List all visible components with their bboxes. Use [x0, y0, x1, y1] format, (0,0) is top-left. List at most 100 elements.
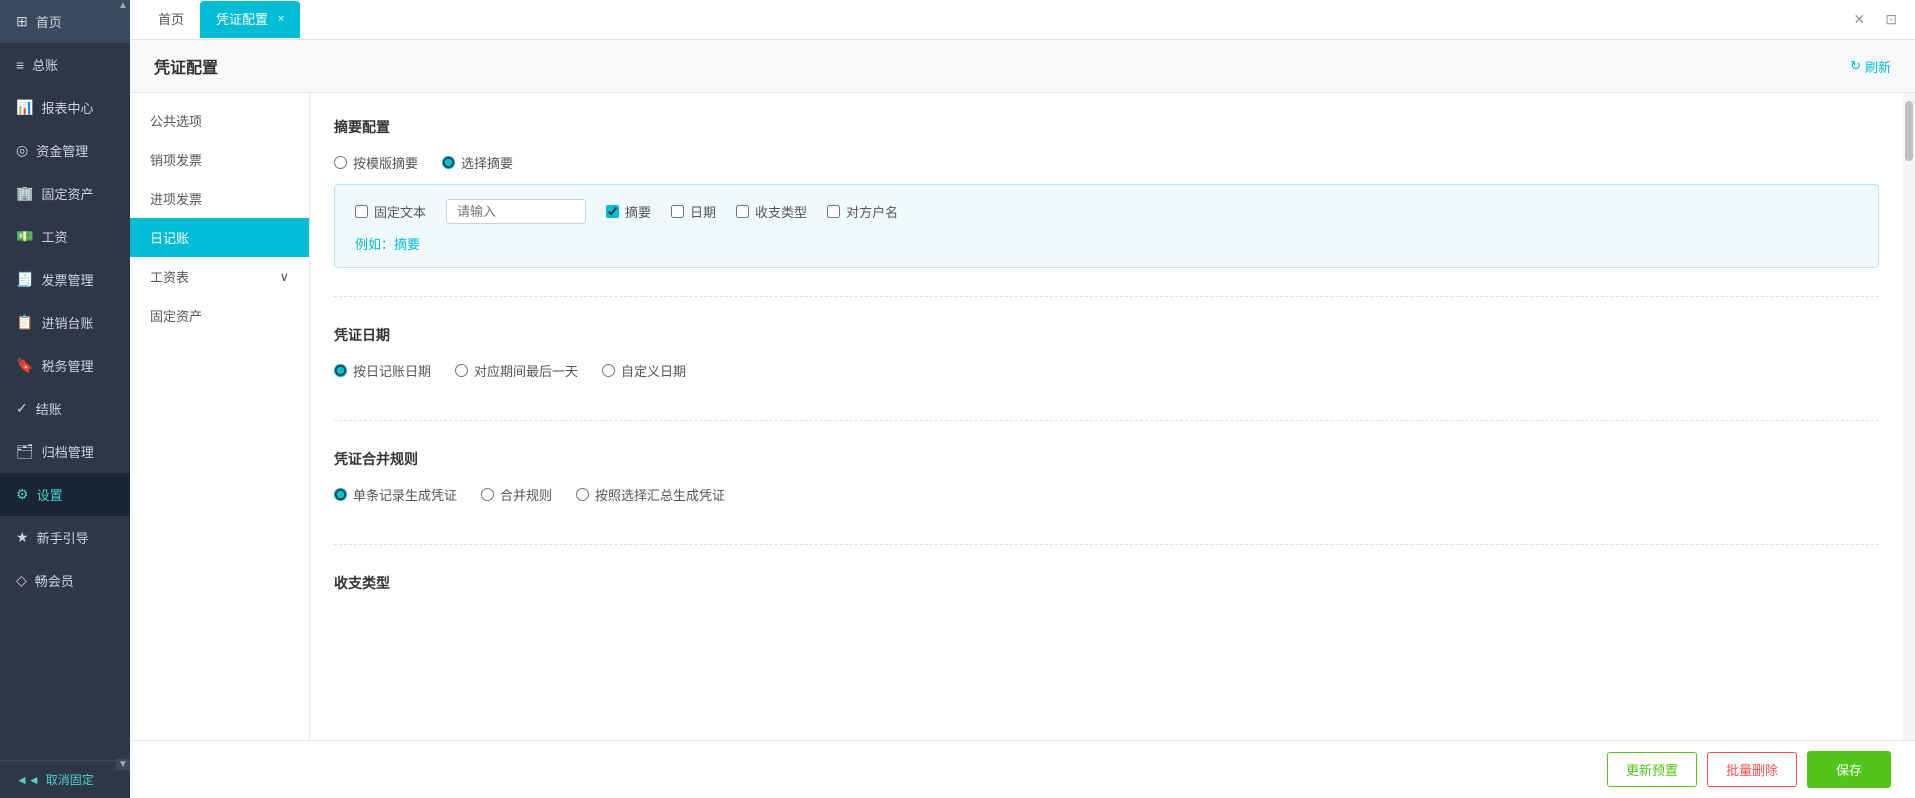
- scrollbar-track[interactable]: [1903, 93, 1915, 740]
- reports-icon: 📊: [16, 99, 33, 116]
- purchase-sales-icon: 📋: [16, 314, 33, 331]
- date-radio-group: 按日记账日期 对应期间最后一天 自定义日期: [334, 361, 1879, 380]
- section-summary: 摘要配置 按模版摘要 选择摘要: [334, 117, 1879, 297]
- summary-example-text: 例如：摘要: [355, 237, 420, 252]
- left-nav-label: 工资表: [150, 267, 189, 286]
- sidebar-cancel-fixed[interactable]: ◄◄ 取消固定: [0, 760, 130, 798]
- sidebar-scroll-up[interactable]: ▲: [116, 0, 130, 11]
- merge-radio-group: 单条记录生成凭证 合并规则 按照选择汇总生成凭证: [334, 485, 1879, 504]
- sidebar-label: 发票管理: [41, 270, 93, 289]
- radio-single-record[interactable]: 单条记录生成凭证: [334, 485, 457, 504]
- sidebar-label: 畅会员: [35, 571, 74, 590]
- tab-close-icon[interactable]: ×: [278, 13, 284, 25]
- checkbox-income-type[interactable]: 收支类型: [736, 202, 807, 221]
- tab-voucher-config[interactable]: 凭证配置 ×: [200, 1, 300, 38]
- radio-template-summary[interactable]: 按模版摘要: [334, 153, 418, 172]
- sidebar-label: 固定资产: [41, 184, 93, 203]
- sidebar-item-invoice[interactable]: 🧾 发票管理: [0, 258, 130, 301]
- tab-home-label: 首页: [158, 12, 184, 27]
- checkbox-summary[interactable]: 摘要: [606, 202, 651, 221]
- tab-home[interactable]: 首页: [142, 1, 200, 38]
- radio-merge-rule-label: 合并规则: [500, 485, 552, 504]
- batch-delete-button[interactable]: 批量删除: [1707, 752, 1797, 787]
- sidebar-item-assets[interactable]: 🏢 固定资产: [0, 172, 130, 215]
- checkbox-date[interactable]: 日期: [671, 202, 716, 221]
- summary-options-box: 固定文本 摘要 日期: [334, 184, 1879, 268]
- sidebar-scroll-down[interactable]: ▼: [116, 759, 130, 770]
- sidebar-item-purchase-sales[interactable]: 📋 进销台账: [0, 301, 130, 344]
- sidebar-item-reports[interactable]: 📊 报表中心: [0, 86, 130, 129]
- chevron-down-icon: ∨: [279, 269, 289, 285]
- radio-period-last-day[interactable]: 对应期间最后一天: [455, 361, 578, 380]
- sidebar-item-member[interactable]: ◇ 畅会员: [0, 559, 130, 602]
- checkbox-summary-input[interactable]: [606, 205, 619, 218]
- checkbox-fixed-text[interactable]: 固定文本: [355, 202, 426, 221]
- close-books-icon: ✓: [16, 400, 28, 417]
- settings-icon: ⚙: [16, 486, 29, 503]
- radio-template-summary-input[interactable]: [334, 156, 347, 169]
- checkbox-date-label: 日期: [690, 202, 716, 221]
- tab-active-label: 凭证配置: [216, 9, 268, 28]
- section-income-title: 收支类型: [334, 573, 1879, 593]
- sidebar-item-ledger[interactable]: ≡ 总账: [0, 43, 130, 86]
- body-layout: 公共选项 销项发票 进项发票 日记账 工资表 ∨ 固定资产: [130, 93, 1915, 740]
- radio-custom-date-input[interactable]: [602, 364, 615, 377]
- sidebar-label: 设置: [37, 485, 63, 504]
- checkbox-counterpart-name[interactable]: 对方户名: [827, 202, 898, 221]
- radio-journal-date[interactable]: 按日记账日期: [334, 361, 431, 380]
- radio-single-record-input[interactable]: [334, 488, 347, 501]
- tab-restore-window[interactable]: ⊡: [1879, 9, 1903, 30]
- radio-period-last-day-input[interactable]: [455, 364, 468, 377]
- refresh-button[interactable]: ↻ 刷新: [1850, 57, 1891, 76]
- update-preview-button[interactable]: 更新预置: [1607, 752, 1697, 787]
- tab-close-window[interactable]: ✕: [1848, 9, 1872, 30]
- sidebar-item-home[interactable]: ⊞ 首页: [0, 0, 130, 43]
- checkbox-counterpart-name-input[interactable]: [827, 205, 840, 218]
- radio-summary-generate[interactable]: 按照选择汇总生成凭证: [576, 485, 725, 504]
- sidebar-item-close-books[interactable]: ✓ 结账: [0, 387, 130, 430]
- sidebar-item-settings[interactable]: ⚙ 设置: [0, 473, 130, 516]
- radio-merge-rule-input[interactable]: [481, 488, 494, 501]
- left-nav-item-public[interactable]: 公共选项: [130, 101, 309, 140]
- checkbox-income-type-input[interactable]: [736, 205, 749, 218]
- summary-checkbox-row: 固定文本 摘要 日期: [355, 199, 1858, 224]
- radio-custom-date[interactable]: 自定义日期: [602, 361, 686, 380]
- radio-select-summary[interactable]: 选择摘要: [442, 153, 513, 172]
- tax-icon: 🔖: [16, 357, 33, 374]
- radio-summary-generate-label: 按照选择汇总生成凭证: [595, 485, 725, 504]
- checkbox-fixed-text-input[interactable]: [355, 205, 368, 218]
- left-nav-item-fixed-assets[interactable]: 固定资产: [130, 296, 309, 335]
- sidebar-item-tax[interactable]: 🔖 税务管理: [0, 344, 130, 387]
- cancel-fixed-label: 取消固定: [46, 771, 94, 788]
- content-area: 凭证配置 ↻ 刷新 公共选项 销项发票 进项发票 日记账: [130, 40, 1915, 798]
- sidebar-label: 新手引导: [37, 528, 89, 547]
- save-button[interactable]: 保存: [1807, 751, 1891, 788]
- sidebar-item-funds[interactable]: ◎ 资金管理: [0, 129, 130, 172]
- sidebar-label: 总账: [32, 55, 58, 74]
- page-header: 凭证配置 ↻ 刷新: [130, 40, 1915, 93]
- scrollbar-thumb[interactable]: [1905, 101, 1913, 161]
- funds-icon: ◎: [16, 142, 28, 159]
- sidebar-item-salary[interactable]: 💵 工资: [0, 215, 130, 258]
- sidebar-item-guide[interactable]: ★ 新手引导: [0, 516, 130, 559]
- radio-journal-date-input[interactable]: [334, 364, 347, 377]
- left-nav-item-purchase-invoice[interactable]: 进项发票: [130, 179, 309, 218]
- radio-select-summary-input[interactable]: [442, 156, 455, 169]
- left-nav-item-sales-invoice[interactable]: 销项发票: [130, 140, 309, 179]
- refresh-label: 刷新: [1865, 57, 1891, 76]
- left-nav-item-payroll[interactable]: 工资表 ∨: [130, 257, 309, 296]
- checkbox-income-type-label: 收支类型: [755, 202, 807, 221]
- sidebar-item-archive[interactable]: 🗂 归档管理: [0, 430, 130, 473]
- summary-radio-group: 按模版摘要 选择摘要: [334, 153, 1879, 172]
- fixed-text-input[interactable]: [446, 199, 586, 224]
- home-icon: ⊞: [16, 13, 28, 30]
- left-nav: 公共选项 销项发票 进项发票 日记账 工资表 ∨ 固定资产: [130, 93, 310, 740]
- radio-template-summary-label: 按模版摘要: [353, 153, 418, 172]
- radio-merge-rule[interactable]: 合并规则: [481, 485, 552, 504]
- section-date-title: 凭证日期: [334, 325, 1879, 345]
- left-nav-label: 进项发票: [150, 189, 202, 208]
- radio-summary-generate-input[interactable]: [576, 488, 589, 501]
- left-nav-item-journal[interactable]: 日记账: [130, 218, 309, 257]
- sidebar-label: 结账: [36, 399, 62, 418]
- checkbox-date-input[interactable]: [671, 205, 684, 218]
